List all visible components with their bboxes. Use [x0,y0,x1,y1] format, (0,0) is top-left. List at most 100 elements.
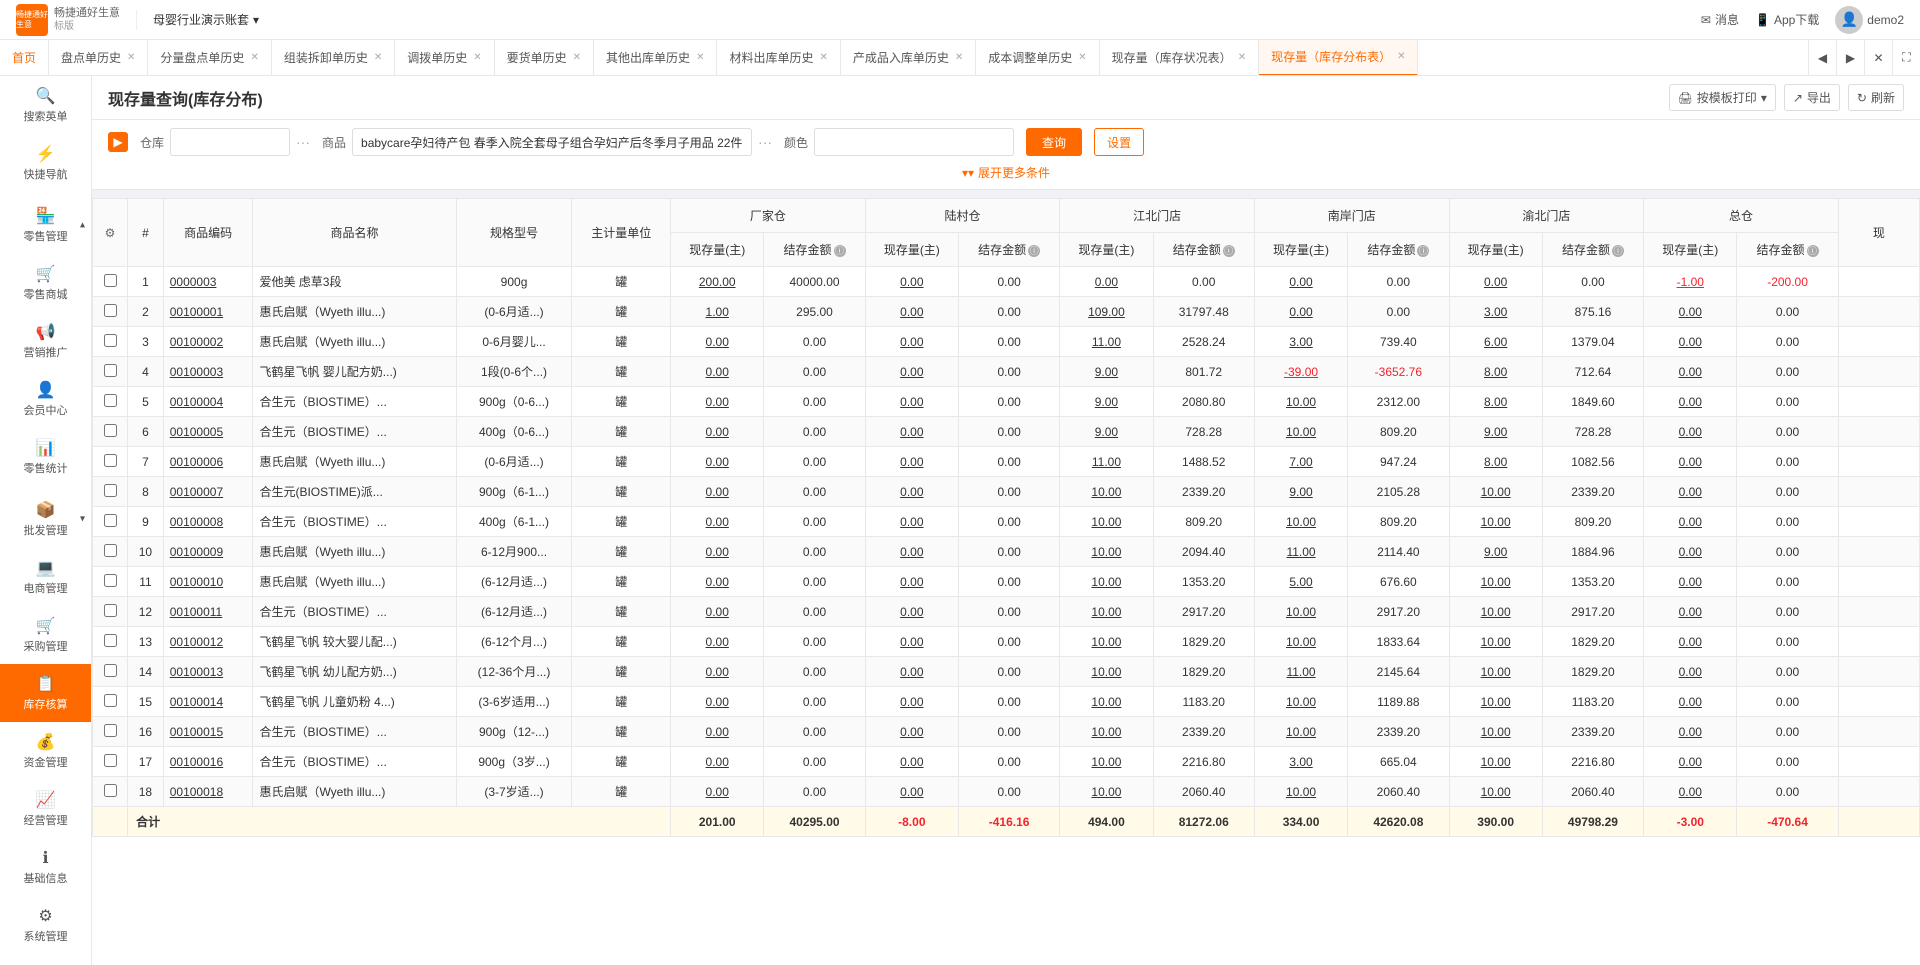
cell-checkbox[interactable] [93,447,128,477]
tab-scroll-left-btn[interactable]: ◀ [1808,40,1836,76]
cell-checkbox[interactable] [93,297,128,327]
cell-qty-4[interactable]: 9.00 [1449,537,1542,567]
tab-stock-status[interactable]: 现存量（库存状况表） ✕ [1100,40,1259,76]
cell-qty-0[interactable]: 0.00 [671,357,764,387]
warehouse-input[interactable] [170,128,290,156]
info-icon[interactable]: ⓘ [1028,245,1040,257]
row-checkbox[interactable] [104,664,117,677]
cell-code[interactable]: 00100005 [163,417,253,447]
cell-qty-1[interactable]: 0.00 [865,417,958,447]
goods-input[interactable] [352,128,752,156]
row-checkbox[interactable] [104,424,117,437]
cell-code[interactable]: 0000003 [163,267,253,297]
cell-qty-4[interactable]: 3.00 [1449,297,1542,327]
cell-qty-3[interactable]: 10.00 [1254,717,1347,747]
cell-qty-4[interactable]: 8.00 [1449,357,1542,387]
cell-qty-4[interactable]: 10.00 [1449,687,1542,717]
cell-qty-1[interactable]: 0.00 [865,537,958,567]
cell-code[interactable]: 00100003 [163,357,253,387]
cell-qty-3[interactable]: 0.00 [1254,267,1347,297]
row-checkbox[interactable] [104,544,117,557]
close-icon[interactable]: ✕ [696,52,704,63]
cell-qty-1[interactable]: 0.00 [865,477,958,507]
sidebar-item-collab[interactable]: 🤝 企业协同 [0,954,91,965]
cell-checkbox[interactable] [93,777,128,807]
message-btn[interactable]: ✉ 消息 [1701,11,1739,28]
cell-qty-4[interactable]: 6.00 [1449,327,1542,357]
cell-qty-1[interactable]: 0.00 [865,657,958,687]
cell-qty-5[interactable]: 0.00 [1644,537,1737,567]
cell-qty-4[interactable]: 10.00 [1449,507,1542,537]
cell-checkbox[interactable] [93,657,128,687]
cell-qty-4[interactable]: 8.00 [1449,447,1542,477]
cell-qty-0[interactable]: 0.00 [671,537,764,567]
cell-qty-0[interactable]: 0.00 [671,447,764,477]
cell-qty-5[interactable]: 0.00 [1644,507,1737,537]
cell-qty-0[interactable]: 0.00 [671,717,764,747]
tab-split-inventory[interactable]: 分量盘点单历史 ✕ [148,40,271,76]
cell-qty-4[interactable]: 10.00 [1449,657,1542,687]
cell-qty-2[interactable]: 0.00 [1060,267,1153,297]
row-checkbox[interactable] [104,604,117,617]
row-checkbox[interactable] [104,394,117,407]
cell-qty-4[interactable]: 9.00 [1449,417,1542,447]
color-input[interactable] [814,128,1014,156]
cell-qty-5[interactable]: 0.00 [1644,567,1737,597]
sidebar-item-basic[interactable]: ℹ 基础信息 [0,838,91,896]
cell-qty-0[interactable]: 0.00 [671,327,764,357]
cell-qty-2[interactable]: 10.00 [1060,687,1153,717]
cell-code[interactable]: 00100016 [163,747,253,777]
cell-checkbox[interactable] [93,687,128,717]
sidebar-item-marketing[interactable]: 📢 营销推广 [0,312,91,370]
close-icon[interactable]: ✕ [374,52,382,63]
cell-qty-1[interactable]: 0.00 [865,717,958,747]
sidebar-item-retail[interactable]: 🏪 零售管理 ▴ [0,196,91,254]
sidebar-item-finance[interactable]: 💰 资金管理 [0,722,91,780]
cell-checkbox[interactable] [93,507,128,537]
cell-qty-5[interactable]: 0.00 [1644,447,1737,477]
cell-qty-4[interactable]: 10.00 [1449,747,1542,777]
cell-qty-2[interactable]: 10.00 [1060,777,1153,807]
cell-qty-5[interactable]: 0.00 [1644,717,1737,747]
settings-icon[interactable]: ⚙ [105,226,116,240]
sidebar-item-purchase[interactable]: 🛒 采购管理 [0,606,91,664]
row-checkbox[interactable] [104,754,117,767]
export-btn[interactable]: ↗ 导出 [1784,84,1840,111]
cell-qty-5[interactable]: 0.00 [1644,627,1737,657]
cell-qty-3[interactable]: 9.00 [1254,477,1347,507]
cell-checkbox[interactable] [93,417,128,447]
tab-other-out[interactable]: 其他出库单历史 ✕ [594,40,717,76]
cell-code[interactable]: 00100008 [163,507,253,537]
tab-transfer[interactable]: 调拨单历史 ✕ [395,40,494,76]
cell-code[interactable]: 00100018 [163,777,253,807]
tab-material-out[interactable]: 材料出库单历史 ✕ [717,40,840,76]
info-icon[interactable]: ⓘ [1807,245,1819,257]
cell-qty-3[interactable]: 5.00 [1254,567,1347,597]
sidebar-item-system[interactable]: ⚙ 系统管理 [0,896,91,954]
cell-checkbox[interactable] [93,387,128,417]
search-button[interactable]: 查询 [1026,128,1082,156]
row-checkbox[interactable] [104,454,117,467]
cell-code[interactable]: 00100009 [163,537,253,567]
cell-qty-1[interactable]: 0.00 [865,627,958,657]
cell-qty-4[interactable]: 10.00 [1449,477,1542,507]
cell-qty-0[interactable]: 0.00 [671,507,764,537]
refresh-btn[interactable]: ↻ 刷新 [1848,84,1904,111]
cell-qty-2[interactable]: 10.00 [1060,507,1153,537]
close-icon[interactable]: ✕ [473,52,481,63]
print-btn[interactable]: 🖨 按模板打印 ▾ [1669,84,1776,111]
cell-qty-2[interactable]: 9.00 [1060,417,1153,447]
cell-qty-5[interactable]: 0.00 [1644,597,1737,627]
row-checkbox[interactable] [104,514,117,527]
cell-qty-3[interactable]: 10.00 [1254,387,1347,417]
sidebar-item-mall[interactable]: 🛒 零售商城 [0,254,91,312]
close-icon[interactable]: ✕ [127,52,135,63]
cell-qty-4[interactable]: 8.00 [1449,387,1542,417]
cell-qty-3[interactable]: 10.00 [1254,627,1347,657]
warehouse-picker-icon[interactable]: ··· [296,134,310,150]
cell-qty-5[interactable]: 0.00 [1644,297,1737,327]
cell-qty-1[interactable]: 0.00 [865,777,958,807]
cell-code[interactable]: 00100001 [163,297,253,327]
tab-assembly[interactable]: 组装拆卸单历史 ✕ [272,40,395,76]
cell-qty-1[interactable]: 0.00 [865,327,958,357]
